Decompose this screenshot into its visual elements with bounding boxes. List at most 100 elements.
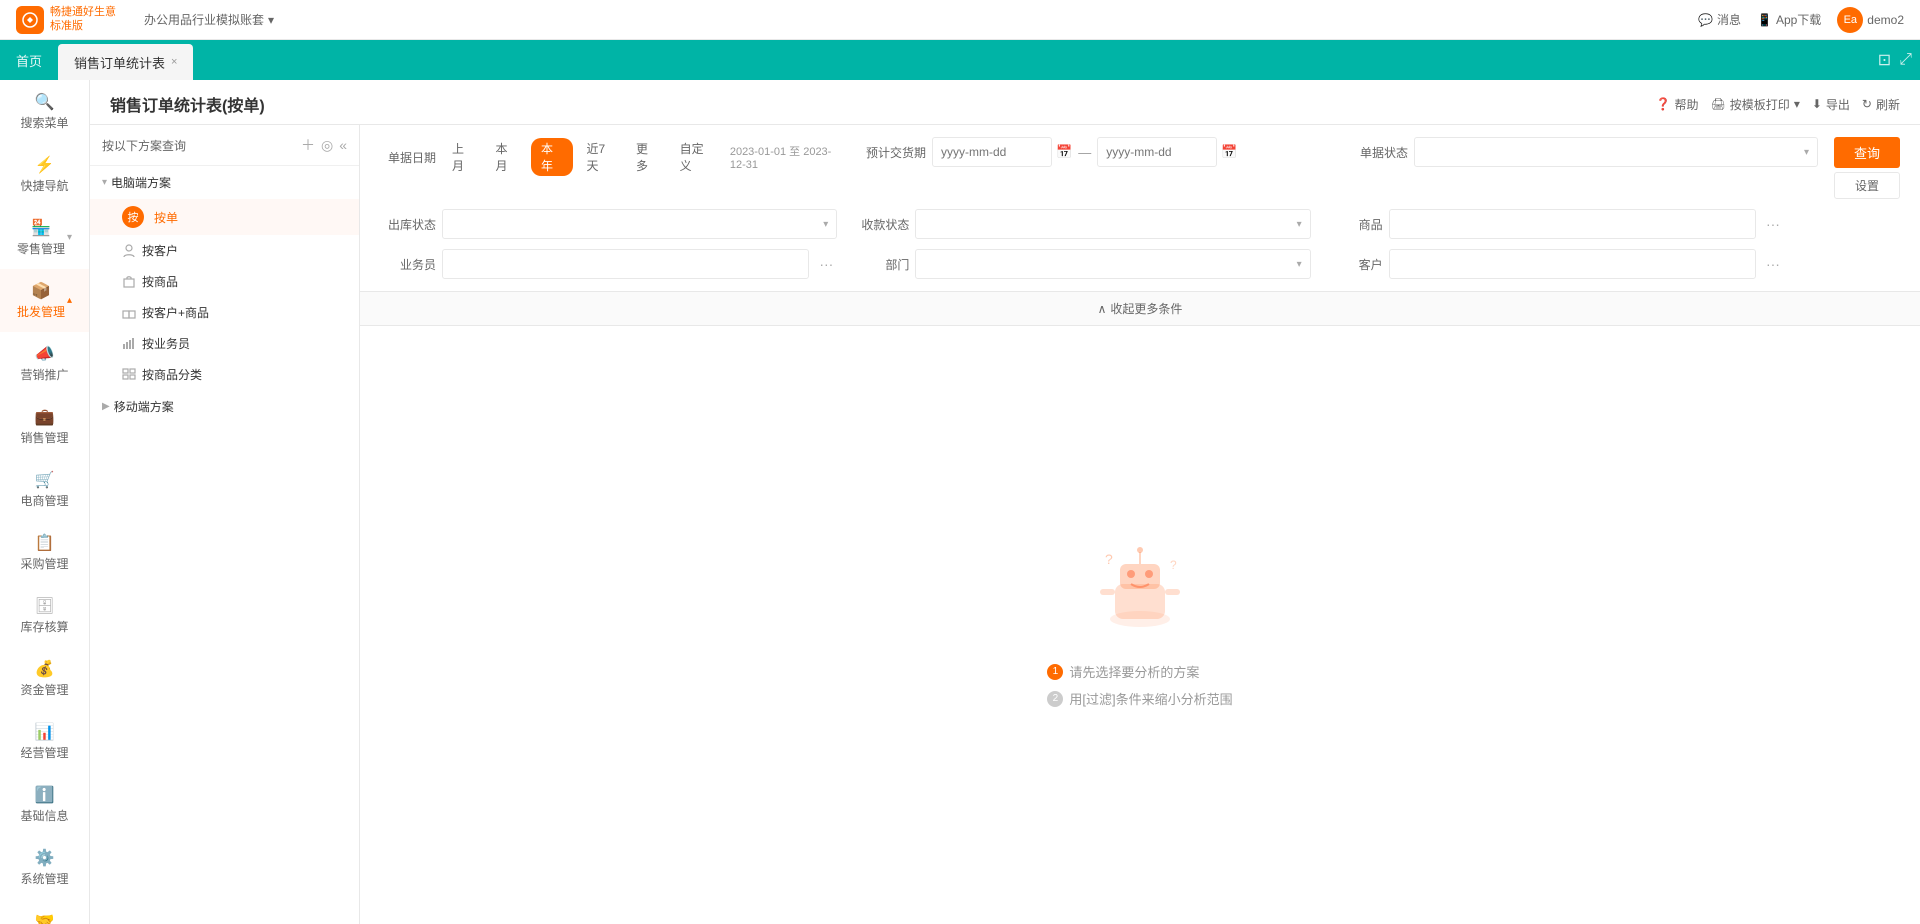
sidebar-item-marketing[interactable]: 📣 营销推广 <box>0 332 89 395</box>
customer-icon <box>122 244 136 258</box>
messages-button[interactable]: 💬 消息 <box>1698 11 1741 28</box>
logo-icon <box>16 6 44 34</box>
help-button[interactable]: ❓ 帮助 <box>1656 96 1699 113</box>
collapse-bar[interactable]: ∧ 收起更多条件 <box>360 292 1920 326</box>
scheme-header: 按以下方案查询 ＋ ◎ « <box>90 125 359 166</box>
right-panel: 单据日期 上月 本月 本年 近7天 更多 自定义 2023-01-01 至 20… <box>360 125 1920 924</box>
scheme-item-by-order[interactable]: 按 按单 <box>90 199 359 235</box>
sidebar-item-procurement[interactable]: 📋 采购管理 <box>0 521 89 584</box>
date-btn-this-month[interactable]: 本月 <box>488 137 526 177</box>
query-button[interactable]: 查询 <box>1834 137 1900 168</box>
scheme-item-by-goods[interactable]: 按商品 <box>90 266 359 297</box>
sidebar-item-system[interactable]: ⚙️ 系统管理 <box>0 836 89 899</box>
scheme-panel: 按以下方案查询 ＋ ◎ « ▾ 电脑端方案 按 按单 <box>90 125 360 924</box>
scheme-header-title: 按以下方案查询 <box>102 137 186 154</box>
scheme-item-by-customer[interactable]: 按客户 <box>90 235 359 266</box>
hint-num-1: 1 <box>1047 664 1063 680</box>
expected-date-label: 预计交货期 <box>866 144 926 161</box>
collapse-icon: ∧ <box>1098 302 1107 316</box>
sidebar-item-basic-info[interactable]: ℹ️ 基础信息 <box>0 773 89 836</box>
hint-num-2: 2 <box>1047 691 1063 707</box>
sidebar-item-finance[interactable]: 💰 资金管理 <box>0 647 89 710</box>
user-menu[interactable]: Ea demo2 <box>1837 7 1904 33</box>
tab-close-icon[interactable]: × <box>171 56 177 68</box>
department-select[interactable]: ▾ <box>915 249 1310 279</box>
customer-goods-icon <box>122 306 136 320</box>
customer-more-icon[interactable]: ··· <box>1762 256 1784 272</box>
sidebar-item-search[interactable]: 🔍 搜索菜单 <box>0 80 89 143</box>
sidebar-item-retail[interactable]: 🏪 零售管理 ▾ <box>0 206 89 269</box>
calendar-to-icon[interactable]: 📅 <box>1221 144 1237 160</box>
tab-sales-stats[interactable]: 销售订单统计表 × <box>58 44 193 80</box>
scheme-collapse-icon[interactable]: « <box>339 137 347 153</box>
export-button[interactable]: ⬇ 导出 <box>1812 96 1850 113</box>
expected-date-from-input[interactable] <box>932 137 1052 167</box>
main-layout: 🔍 搜索菜单 ⚡ 快捷导航 🏪 零售管理 ▾ 📦 批发管理 ▴ 📣 营销推广 <box>0 80 1920 924</box>
doc-status-label: 单据状态 <box>1352 144 1408 161</box>
date-btn-more[interactable]: 更多 <box>628 137 666 177</box>
pc-scheme-section[interactable]: ▾ 电脑端方案 <box>90 166 359 199</box>
export-icon: ⬇ <box>1812 97 1822 111</box>
scheme-add-icon[interactable]: ＋ <box>301 135 315 155</box>
sidebar-item-inventory[interactable]: 🗄 库存核算 <box>0 584 89 647</box>
sidebar-item-wholesale[interactable]: 📦 批发管理 ▴ <box>0 269 89 332</box>
scheme-item-by-salesman[interactable]: 按业务员 <box>90 328 359 359</box>
payment-arrow-icon: ▾ <box>1297 219 1302 230</box>
date-filter-label: 单据日期 <box>380 149 436 166</box>
settings-button[interactable]: 设置 <box>1834 172 1900 199</box>
empty-hint-1: 1 请先选择要分析的方案 <box>1047 662 1232 681</box>
category-icon <box>122 368 136 382</box>
message-icon: 💬 <box>1698 13 1713 27</box>
payment-status-select[interactable]: ▾ <box>915 209 1310 239</box>
scheme-settings-icon[interactable]: ◎ <box>321 137 333 154</box>
template-print-button[interactable]: 🖨 按模板打印 ▾ <box>1711 96 1800 113</box>
expected-date-to-group: 📅 <box>1097 137 1237 167</box>
maximize-icon[interactable]: ⤢ <box>1899 51 1912 69</box>
expected-date-to-input[interactable] <box>1097 137 1217 167</box>
mobile-section-arrow: ▶ <box>102 401 110 412</box>
department-arrow-icon: ▾ <box>1297 259 1302 270</box>
sidebar-item-sales[interactable]: 💼 销售管理 <box>0 395 89 458</box>
salesman-more-icon[interactable]: ··· <box>815 256 837 272</box>
delivery-status-select[interactable]: ▾ <box>442 209 837 239</box>
minimize-icon[interactable]: ⊡ <box>1878 50 1891 70</box>
company-selector[interactable]: 办公用品行业模拟账套 ▾ <box>144 11 274 28</box>
expected-date-from-group: 📅 <box>932 137 1072 167</box>
page-actions: ❓ 帮助 🖨 按模板打印 ▾ ⬇ 导出 ↻ 刷新 <box>1656 96 1900 113</box>
logo-text: 畅捷通好生意 标准版 <box>50 6 116 32</box>
split-panel: 按以下方案查询 ＋ ◎ « ▾ 电脑端方案 按 按单 <box>90 125 1920 924</box>
scheme-item-by-category[interactable]: 按商品分类 <box>90 359 359 390</box>
goods-more-icon[interactable]: ··· <box>1762 216 1784 232</box>
pc-section-arrow: ▾ <box>102 177 107 188</box>
refresh-button[interactable]: ↻ 刷新 <box>1862 96 1900 113</box>
active-scheme-dot: 按 <box>122 206 144 228</box>
sidebar-item-quicknav[interactable]: ⚡ 快捷导航 <box>0 143 89 206</box>
avatar: Ea <box>1837 7 1863 33</box>
empty-illustration: ? ? <box>1085 534 1195 644</box>
goods-input[interactable] <box>1389 209 1756 239</box>
retail-arrow-icon: ▾ <box>67 232 72 243</box>
content-area: 销售订单统计表(按单) ❓ 帮助 🖨 按模板打印 ▾ ⬇ 导出 ↻ 刷新 <box>90 80 1920 924</box>
nav-right-actions: ⊡ ⤢ <box>1878 50 1920 70</box>
sidebar-item-operations[interactable]: 📊 经营管理 <box>0 710 89 773</box>
customer-label: 客户 <box>1327 256 1383 273</box>
date-btn-this-year[interactable]: 本年 <box>531 138 573 176</box>
doc-status-select[interactable]: ▾ <box>1414 137 1818 167</box>
sidebar-item-enterprise-collab[interactable]: 🤝 企业协同 <box>0 899 89 924</box>
mobile-scheme-section[interactable]: ▶ 移动端方案 <box>90 390 359 423</box>
salesman-label: 业务员 <box>380 256 436 273</box>
date-dash: — <box>1078 145 1091 160</box>
sidebar-item-ecommerce[interactable]: 🛒 电商管理 <box>0 458 89 521</box>
goods-icon <box>122 275 136 289</box>
date-btn-custom[interactable]: 自定义 <box>672 137 720 177</box>
top-bar-left: 畅捷通好生意 标准版 办公用品行业模拟账套 ▾ <box>16 6 274 34</box>
date-btn-last-month[interactable]: 上月 <box>444 137 482 177</box>
salesman-icon <box>122 337 136 351</box>
scheme-item-by-customer-goods[interactable]: 按客户+商品 <box>90 297 359 328</box>
app-download-button[interactable]: 📱 App下载 <box>1757 11 1821 28</box>
tab-home[interactable]: 首页 <box>0 40 58 80</box>
calendar-from-icon[interactable]: 📅 <box>1056 144 1072 160</box>
customer-input[interactable] <box>1389 249 1756 279</box>
salesman-input[interactable] <box>442 249 809 279</box>
date-btn-7days[interactable]: 近7天 <box>579 137 623 177</box>
